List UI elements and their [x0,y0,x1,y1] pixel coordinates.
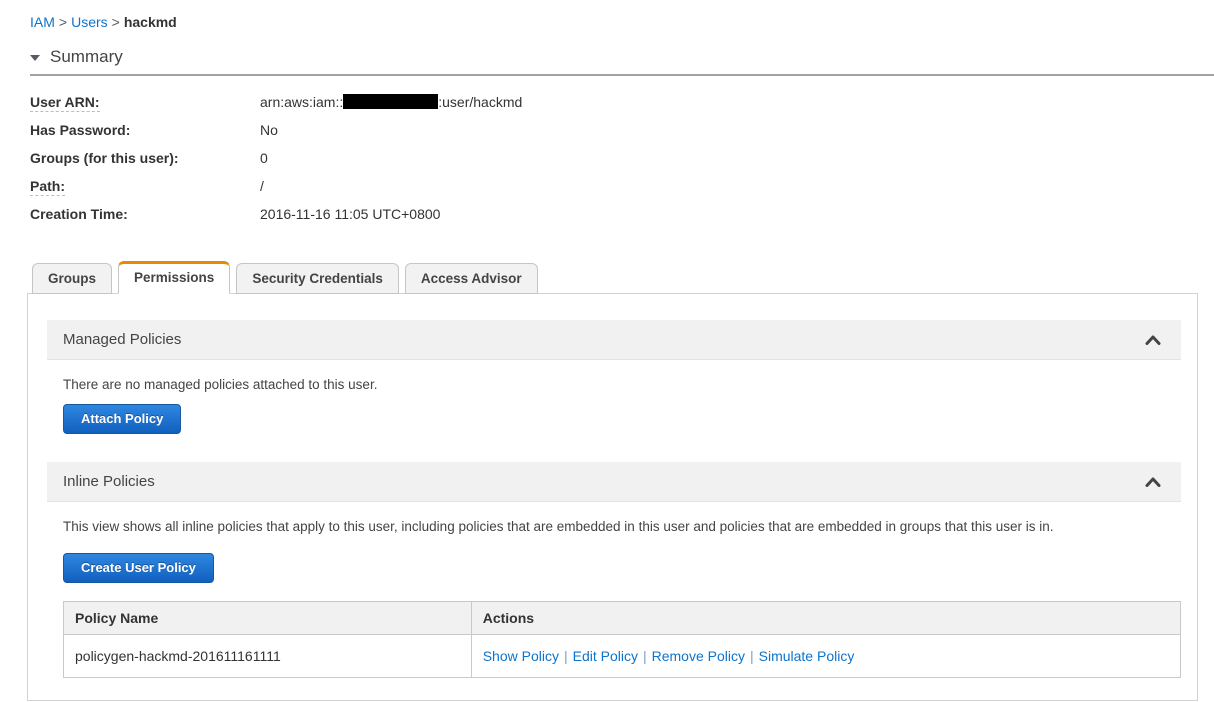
redacted-account-id [343,94,439,109]
action-separator: | [642,648,647,664]
tab-access-advisor[interactable]: Access Advisor [404,263,538,294]
inline-policies-description: This view shows all inline policies that… [63,519,1054,534]
field-value-creation-time: 2016-11-16 11:05 UTC+0800 [260,206,441,222]
table-header-row: Policy Name Actions [63,601,1182,635]
field-label-groups: Groups (for this user): [30,150,179,166]
field-value-groups: 0 [260,150,268,166]
remove-policy-link[interactable]: Remove Policy [652,648,745,664]
field-value-has-password: No [260,122,278,138]
breadcrumb-link-users[interactable]: Users [71,14,108,30]
policy-name-cell: policygen-hackmd-201611161111 [63,634,472,678]
attach-policy-button[interactable]: Attach Policy [63,404,182,434]
inline-policies-section: Inline Policies This view shows all inli… [47,462,1182,678]
tab-groups[interactable]: Groups [32,263,113,294]
field-row-user-arn: User ARN: arn:aws:iam:::user/hackmd [30,88,1214,116]
chevron-up-icon[interactable] [1141,333,1165,347]
tab-security-credentials[interactable]: Security Credentials [236,263,399,294]
inline-policies-body: This view shows all inline policies that… [47,502,1182,678]
field-label-user-arn: User ARN: [30,94,100,112]
tab-permissions[interactable]: Permissions [118,261,231,294]
edit-policy-link[interactable]: Edit Policy [573,648,638,664]
managed-policies-body: There are no managed policies attached t… [47,360,1181,462]
chevron-up-icon[interactable] [1141,475,1165,489]
triangle-down-icon[interactable] [30,55,40,61]
summary-section-header: Summary [30,47,1214,67]
field-value-user-arn: arn:aws:iam:::user/hackmd [260,94,523,110]
summary-fields: User ARN: arn:aws:iam:::user/hackmd Has … [30,88,1214,228]
breadcrumb-separator: > [111,14,120,30]
breadcrumb-link-iam[interactable]: IAM [30,14,55,30]
actions-cell: Show Policy | Edit Policy | Remove Policy | Si… [470,634,1182,678]
summary-divider [30,74,1214,76]
tab-bar: Groups Permissions Security Credentials … [27,261,1214,294]
managed-policies-header[interactable]: Managed Policies [47,320,1181,360]
managed-policies-empty-text: There are no managed policies attached t… [63,377,378,392]
field-label-has-password: Has Password: [30,122,131,138]
field-value-path: / [260,178,264,194]
managed-policies-section: Managed Policies There are no managed po… [47,320,1181,462]
breadcrumb-separator: > [58,14,68,30]
field-row-path: Path: / [30,172,1214,200]
action-separator: | [749,648,754,664]
field-row-creation-time: Creation Time: 2016-11-16 11:05 UTC+0800 [30,200,1214,228]
inline-policies-title: Inline Policies [63,473,155,490]
field-row-groups: Groups (for this user): 0 [30,144,1214,172]
simulate-policy-link[interactable]: Simulate Policy [759,648,855,664]
actions-column-header: Actions [470,601,1182,635]
inline-policies-table: Policy Name Actions policygen-hackmd-201… [63,601,1182,678]
create-user-policy-button[interactable]: Create User Policy [63,553,214,583]
summary-title: Summary [50,47,123,66]
table-row: policygen-hackmd-201611161111 Show Polic… [63,634,1182,678]
managed-policies-title: Managed Policies [63,331,182,348]
field-label-path: Path: [30,178,65,196]
policy-name-column-header: Policy Name [63,601,472,635]
field-label-creation-time: Creation Time: [30,206,128,222]
show-policy-link[interactable]: Show Policy [483,648,559,664]
inline-policies-header[interactable]: Inline Policies [47,462,1181,502]
field-row-has-password: Has Password: No [30,116,1214,144]
action-separator: | [563,648,568,664]
permissions-tab-panel: Managed Policies There are no managed po… [27,293,1198,701]
breadcrumb: IAM > Users > hackmd [0,0,1214,30]
breadcrumb-current-user: hackmd [123,14,177,30]
